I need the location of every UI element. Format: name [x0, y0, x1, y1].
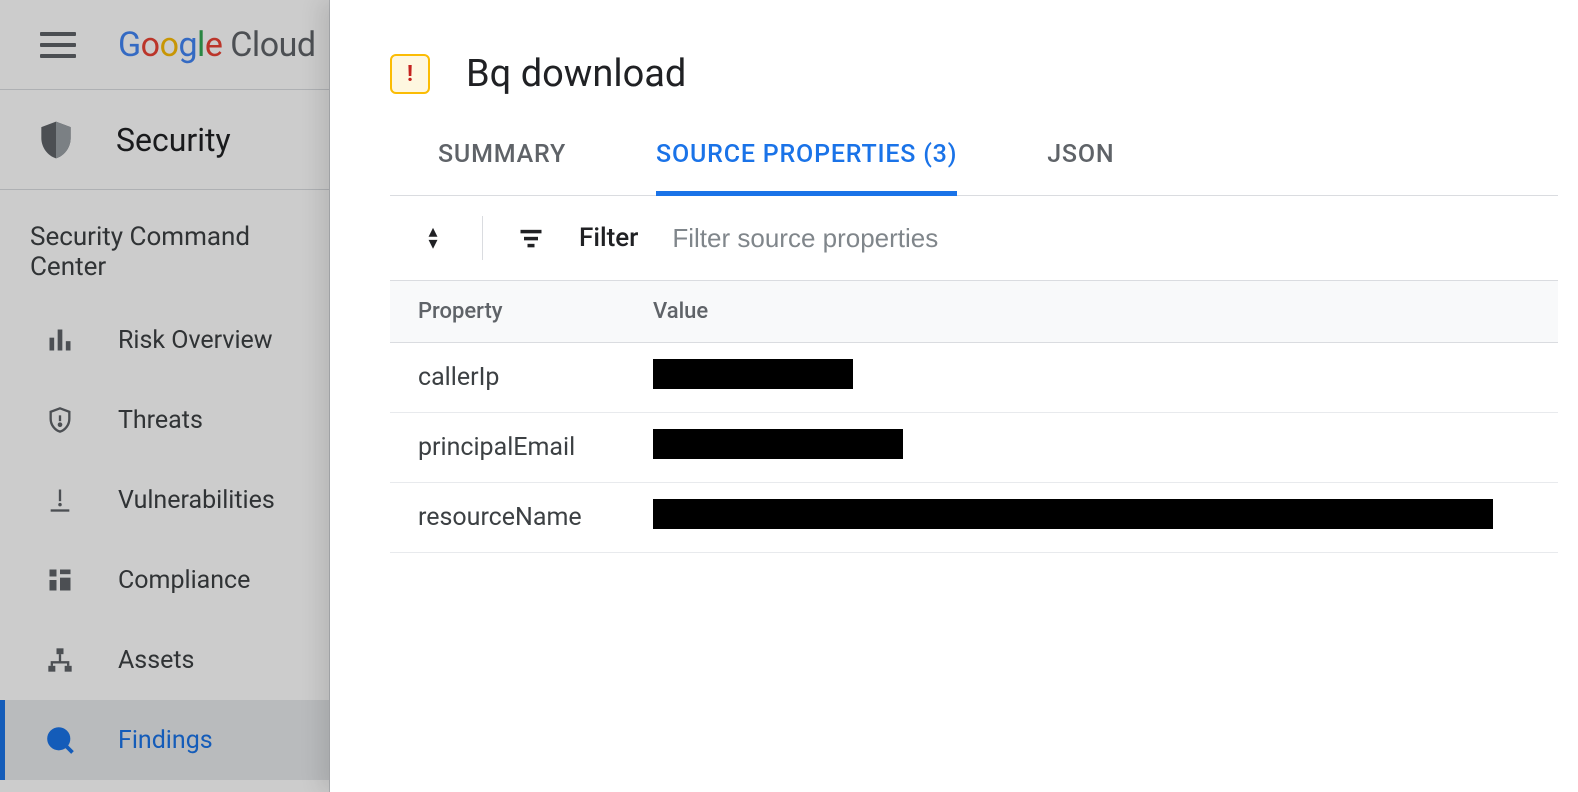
source-properties-table: Property Value callerIp principalEmail r…	[390, 281, 1558, 553]
column-header-property: Property	[418, 299, 653, 324]
tab-json[interactable]: JSON	[1047, 140, 1114, 195]
filter-label: Filter	[579, 223, 638, 253]
finding-detail-panel: ! Bq download SUMMARY SOURCE PROPERTIES …	[330, 0, 1578, 792]
sort-icon[interactable]: ▴▾	[418, 219, 448, 257]
severity-badge-icon: !	[390, 54, 430, 94]
property-name: resourceName	[418, 503, 653, 532]
table-row: principalEmail	[390, 413, 1558, 483]
filter-icon[interactable]	[517, 224, 545, 252]
property-name: callerIp	[418, 363, 653, 392]
column-header-value: Value	[653, 299, 1558, 324]
filter-input[interactable]	[672, 223, 1558, 254]
panel-header: ! Bq download	[390, 52, 1558, 96]
property-value-redacted	[653, 429, 1558, 466]
property-name: principalEmail	[418, 433, 653, 462]
modal-scrim[interactable]	[0, 0, 330, 792]
table-header: Property Value	[390, 281, 1558, 343]
table-row: callerIp	[390, 343, 1558, 413]
tab-source-properties[interactable]: SOURCE PROPERTIES (3)	[656, 140, 957, 196]
property-value-redacted	[653, 499, 1558, 536]
tab-summary[interactable]: SUMMARY	[438, 140, 566, 195]
property-value-redacted	[653, 359, 1558, 396]
severity-glyph: !	[407, 62, 413, 87]
filter-bar: ▴▾ Filter	[390, 196, 1558, 281]
tabs: SUMMARY SOURCE PROPERTIES (3) JSON	[390, 140, 1558, 196]
finding-title: Bq download	[466, 52, 686, 96]
separator	[482, 216, 483, 260]
table-row: resourceName	[390, 483, 1558, 553]
